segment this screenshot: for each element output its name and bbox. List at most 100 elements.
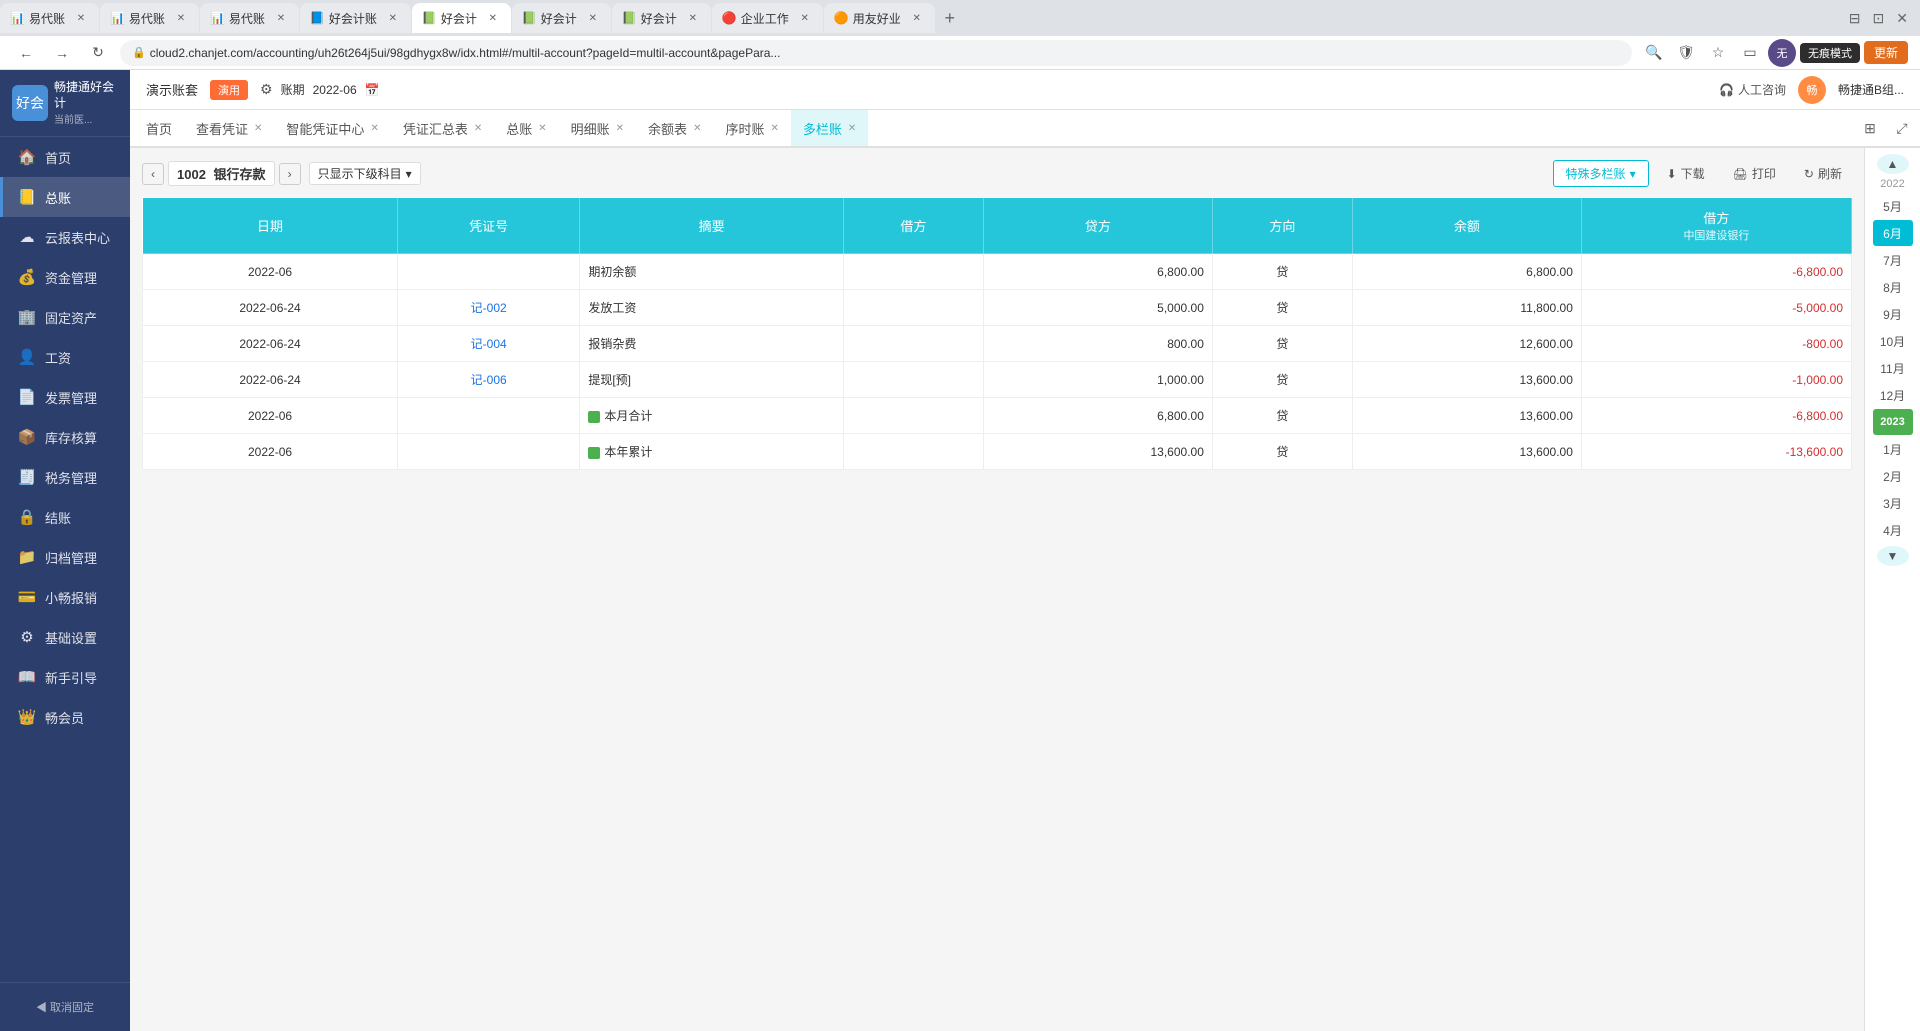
sidebar-item-invoice[interactable]: 📄 发票管理 — [0, 377, 130, 417]
browser-tab-8[interactable]: 🔴 企业工作 ✕ — [712, 3, 823, 33]
voucher-link[interactable]: 记-004 — [471, 337, 507, 351]
bookmark-icon[interactable]: ☆ — [1704, 39, 1732, 67]
tab-close-btn[interactable]: ✕ — [73, 10, 89, 26]
table-row: 2022-06-24 记-002 发放工资 5,000.00 贷 11,800.… — [143, 290, 1852, 326]
collapse-panel-btn[interactable]: ⊞ — [1856, 114, 1884, 142]
window-icon[interactable]: ▭ — [1736, 39, 1764, 67]
sidebar-item-general-ledger[interactable]: 📒 总账 — [0, 177, 130, 217]
nav-tab-general[interactable]: 总账✕ — [494, 110, 558, 148]
sidebar-item-settings[interactable]: ⚙ 基础设置 — [0, 617, 130, 657]
month-item-2023-2月[interactable]: 2月 — [1873, 463, 1913, 489]
sidebar-item-guide[interactable]: 📖 新手引导 — [0, 657, 130, 697]
nav-tab-close-voucher[interactable]: ✕ — [254, 123, 262, 134]
minimize-btn[interactable]: ⊟ — [1845, 8, 1865, 29]
month-item-2022-10月[interactable]: 10月 — [1873, 328, 1913, 354]
nav-tab-close-multi[interactable]: ✕ — [848, 123, 856, 134]
voucher-link[interactable]: 记-002 — [471, 301, 507, 315]
sidebar-item-close[interactable]: 🔒 结账 — [0, 497, 130, 537]
browser-tab-2[interactable]: 📊 易代账 ✕ — [100, 3, 199, 33]
month-item-2022-9月[interactable]: 9月 — [1873, 301, 1913, 327]
sidebar-item-salary[interactable]: 👤 工资 — [0, 337, 130, 377]
multi-col-btn[interactable]: 特殊多栏账 ▾ — [1553, 160, 1649, 187]
month-item-2022-11月[interactable]: 11月 — [1873, 355, 1913, 381]
tab-close-btn[interactable]: ✕ — [173, 10, 189, 26]
browser-tab-9[interactable]: 🟠 用友好业 ✕ — [824, 3, 935, 33]
user-avatar[interactable]: 畅 — [1798, 76, 1826, 104]
browser-tab-6[interactable]: 📗 好会计 ✕ — [512, 3, 611, 33]
nav-tab-close-balance[interactable]: ✕ — [693, 123, 701, 134]
sidebar-item-cloud-report[interactable]: ☁ 云报表中心 — [0, 217, 130, 257]
nav-tab-home[interactable]: 首页 — [134, 110, 184, 148]
nav-tab-close-detail[interactable]: ✕ — [616, 123, 624, 134]
sidebar-item-fixed-assets[interactable]: 🏢 固定资产 — [0, 297, 130, 337]
browser-tab-3[interactable]: 📊 易代账 ✕ — [200, 3, 299, 33]
unpin-btn[interactable]: ◀ 取消固定 — [0, 991, 130, 1023]
print-btn[interactable]: 🖨 打印 — [1723, 161, 1786, 186]
sidebar-item-fund[interactable]: 💰 资金管理 — [0, 257, 130, 297]
sidebar-item-inventory[interactable]: 📦 库存核算 — [0, 417, 130, 457]
tab-close-btn[interactable]: ✕ — [797, 10, 813, 26]
close-btn[interactable]: ✕ — [1892, 8, 1912, 29]
profile-btn[interactable]: 无 — [1768, 39, 1796, 67]
forward-btn[interactable]: → — [48, 39, 76, 67]
nav-tab-summary[interactable]: 凭证汇总表✕ — [391, 110, 494, 148]
month-item-2022-12月[interactable]: 12月 — [1873, 382, 1913, 408]
shield-icon[interactable]: 🛡 — [1672, 39, 1700, 67]
url-bar[interactable]: 🔒 cloud2.chanjet.com/accounting/uh26t264… — [120, 40, 1632, 66]
sidebar-item-tax[interactable]: 🧾 税务管理 — [0, 457, 130, 497]
stealth-mode-btn[interactable]: 无痕模式 — [1800, 43, 1860, 63]
sub-filter-dropdown[interactable]: 只显示下级科目 ▾ — [309, 162, 421, 185]
nav-tab-voucher[interactable]: 查看凭证✕ — [184, 110, 274, 148]
month-item-2023-3月[interactable]: 3月 — [1873, 490, 1913, 516]
month-item-2022-6月[interactable]: 6月 — [1873, 220, 1913, 246]
scroll-down-btn[interactable]: ▼ — [1877, 546, 1909, 566]
browser-tab-4[interactable]: 📘 好会计账 ✕ — [300, 3, 411, 33]
nav-tab-close-general[interactable]: ✕ — [538, 123, 546, 134]
month-item-2023-1月[interactable]: 1月 — [1873, 436, 1913, 462]
sidebar-item-home[interactable]: 🏠 首页 — [0, 137, 130, 177]
back-btn[interactable]: ← — [12, 39, 40, 67]
month-item-2022-5月[interactable]: 5月 — [1873, 193, 1913, 219]
nav-tab-smart[interactable]: 智能凭证中心✕ — [274, 110, 390, 148]
download-btn[interactable]: ⬇ 下载 — [1657, 161, 1715, 186]
tab-close-btn[interactable]: ✕ — [273, 10, 289, 26]
demo-badge[interactable]: 演用 — [210, 80, 248, 100]
maximize-btn[interactable]: ⊡ — [1869, 8, 1889, 29]
nav-tab-detail[interactable]: 明细账✕ — [559, 110, 636, 148]
search-icon[interactable]: 🔍 — [1640, 39, 1668, 67]
tab-close-btn[interactable]: ✕ — [485, 10, 501, 26]
nav-tab-balance[interactable]: 余额表✕ — [636, 110, 713, 148]
month-item-2022-8月[interactable]: 8月 — [1873, 274, 1913, 300]
period-selector[interactable]: 账期 2022-06 📅 — [281, 81, 380, 98]
tab-close-btn[interactable]: ✕ — [685, 10, 701, 26]
nav-tab-close-smart[interactable]: ✕ — [370, 123, 378, 134]
nav-tab-sequence[interactable]: 序时账✕ — [713, 110, 790, 148]
next-account-btn[interactable]: › — [279, 163, 301, 185]
browser-tab-7[interactable]: 📗 好会计 ✕ — [612, 3, 711, 33]
account-code-label[interactable]: 1002 银行存款 — [168, 161, 275, 186]
browser-tab-5[interactable]: 📗 好会计 ✕ — [412, 3, 511, 33]
settings-icon[interactable]: ⚙ — [260, 81, 273, 98]
month-item-2022-7月[interactable]: 7月 — [1873, 247, 1913, 273]
sidebar-item-archive[interactable]: 📁 归档管理 — [0, 537, 130, 577]
consult-btn[interactable]: 🎧 人工咨询 — [1719, 81, 1786, 98]
reload-btn[interactable]: ↻ — [84, 39, 112, 67]
browser-tab-1[interactable]: 📊 易代账 ✕ — [0, 3, 99, 33]
new-tab-btn[interactable]: + — [936, 4, 964, 32]
refresh-btn[interactable]: ↻ 刷新 — [1794, 161, 1852, 186]
sidebar-item-expense[interactable]: 💳 小畅报销 — [0, 577, 130, 617]
nav-tab-close-sequence[interactable]: ✕ — [770, 123, 778, 134]
prev-account-btn[interactable]: ‹ — [142, 163, 164, 185]
tab-close-btn[interactable]: ✕ — [909, 10, 925, 26]
menu-label-general-ledger: 总账 — [45, 188, 71, 207]
nav-tab-multi[interactable]: 多栏账✕ — [791, 110, 868, 148]
expand-panel-btn[interactable]: ⤢ — [1888, 114, 1916, 142]
scroll-up-btn[interactable]: ▲ — [1877, 154, 1909, 174]
update-btn[interactable]: 更新 — [1864, 41, 1908, 64]
voucher-link[interactable]: 记-006 — [471, 373, 507, 387]
month-item-2023-4月[interactable]: 4月 — [1873, 517, 1913, 543]
tab-close-btn[interactable]: ✕ — [385, 10, 401, 26]
nav-tab-close-summary[interactable]: ✕ — [474, 123, 482, 134]
tab-close-btn[interactable]: ✕ — [585, 10, 601, 26]
sidebar-item-member[interactable]: 👑 畅会员 — [0, 697, 130, 737]
